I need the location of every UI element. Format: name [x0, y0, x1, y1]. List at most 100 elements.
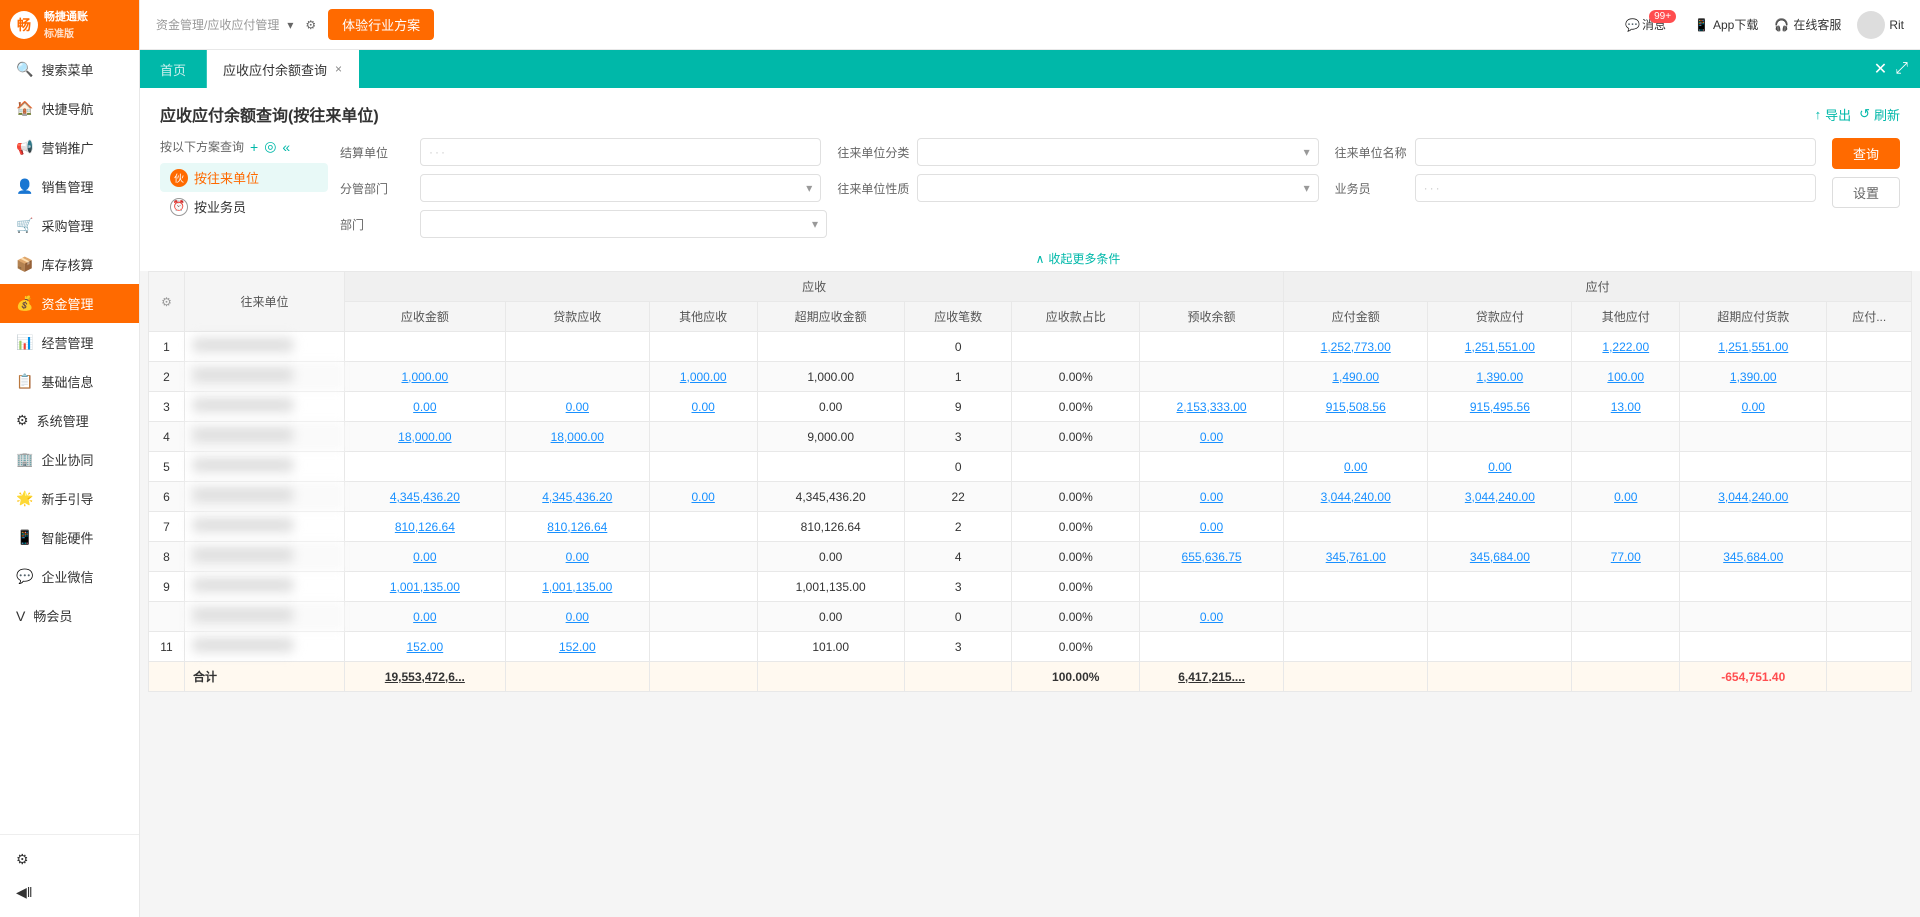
settlement-input[interactable]: ···: [420, 138, 821, 166]
tab-close-icon[interactable]: ×: [335, 62, 342, 76]
row-ap-overdue[interactable]: 1,390.00: [1680, 362, 1827, 392]
table-gear-icon[interactable]: ⚙: [161, 295, 172, 309]
row-ar-prepaid[interactable]: 655,636.75: [1139, 542, 1283, 572]
sidebar-item-guide[interactable]: 🌟新手引导: [0, 479, 139, 518]
row-ar-loan[interactable]: 4,345,436.20: [505, 482, 649, 512]
sidebar-item-quick-nav[interactable]: 🏠快捷导航: [0, 89, 139, 128]
export-btn[interactable]: ↑ 导出: [1815, 105, 1852, 124]
tab-ar-balance[interactable]: 应收应付余额查询 ×: [207, 50, 359, 88]
topbar-gear-icon[interactable]: ⚙: [305, 18, 316, 32]
sidebar-item-hardware[interactable]: 📱智能硬件: [0, 518, 139, 557]
row-ar-prepaid[interactable]: [1139, 362, 1283, 392]
message-btn[interactable]: 💬 消息 99+: [1625, 16, 1666, 33]
row-ar-loan[interactable]: 18,000.00: [505, 422, 649, 452]
row-ar-prepaid[interactable]: 0.00: [1139, 602, 1283, 632]
row-ap-overdue[interactable]: [1680, 602, 1827, 632]
total-ar-cell[interactable]: 19,553,472,6...: [345, 662, 506, 692]
tab-home[interactable]: 首页: [140, 50, 207, 88]
row-ap-overdue[interactable]: [1680, 452, 1827, 482]
row-ar-other[interactable]: 0.00: [649, 482, 757, 512]
sidebar-item-marketing[interactable]: 📢营销推广: [0, 128, 139, 167]
row-ar-other[interactable]: [649, 332, 757, 362]
row-ap-loan[interactable]: [1428, 512, 1572, 542]
row-ar-loan[interactable]: 1,001,135.00: [505, 572, 649, 602]
row-ap-overdue[interactable]: 3,044,240.00: [1680, 482, 1827, 512]
row-ar-prepaid[interactable]: 0.00: [1139, 422, 1283, 452]
sidebar-item-inventory[interactable]: 📦库存核算: [0, 245, 139, 284]
row-ap-overdue[interactable]: [1680, 632, 1827, 662]
row-ap-other[interactable]: [1572, 572, 1680, 602]
row-ar-other[interactable]: [649, 602, 757, 632]
sidebar-item-member[interactable]: V畅会员: [0, 596, 139, 635]
row-ap-overdue[interactable]: 345,684.00: [1680, 542, 1827, 572]
partner-name-input[interactable]: [1415, 138, 1816, 166]
sidebar-item-base[interactable]: 📋基础信息: [0, 362, 139, 401]
row-ar-amount[interactable]: 1,001,135.00: [345, 572, 506, 602]
row-ap-amount[interactable]: 3,044,240.00: [1284, 482, 1428, 512]
row-ap-other[interactable]: 0.00: [1572, 482, 1680, 512]
row-ar-amount[interactable]: [345, 452, 506, 482]
row-ar-amount[interactable]: 0.00: [345, 392, 506, 422]
row-ar-loan[interactable]: 0.00: [505, 602, 649, 632]
sidebar-item-gear[interactable]: ⚙: [0, 843, 139, 876]
total-ar-prepaid-cell[interactable]: 6,417,215....: [1139, 662, 1283, 692]
app-download-btn[interactable]: 📱 App下载: [1694, 16, 1758, 33]
filter-collapse-btn[interactable]: «: [282, 139, 290, 155]
sidebar-item-sales[interactable]: 👤销售管理: [0, 167, 139, 206]
partner-nature-select[interactable]: ▾: [917, 174, 1318, 202]
breadcrumb-dropdown[interactable]: ▾: [287, 18, 293, 32]
row-ar-prepaid[interactable]: [1139, 632, 1283, 662]
row-ap-overdue[interactable]: 0.00: [1680, 392, 1827, 422]
inner-dept-select[interactable]: ▾: [420, 210, 827, 238]
row-ap-overdue[interactable]: [1680, 422, 1827, 452]
tab-expand-icon[interactable]: ⤢: [1895, 60, 1908, 78]
row-ar-loan[interactable]: [505, 452, 649, 482]
row-ar-other[interactable]: [649, 542, 757, 572]
row-ar-loan[interactable]: [505, 362, 649, 392]
filter-scheme-btn[interactable]: ◎: [264, 138, 276, 155]
sidebar-item-ops[interactable]: 📊经营管理: [0, 323, 139, 362]
row-ap-loan[interactable]: 345,684.00: [1428, 542, 1572, 572]
row-ar-other[interactable]: 1,000.00: [649, 362, 757, 392]
row-ap-amount[interactable]: [1284, 422, 1428, 452]
row-ar-amount[interactable]: 4,345,436.20: [345, 482, 506, 512]
row-ap-other[interactable]: 100.00: [1572, 362, 1680, 392]
row-ar-loan[interactable]: [505, 332, 649, 362]
row-ar-prepaid[interactable]: [1139, 572, 1283, 602]
row-ar-prepaid[interactable]: [1139, 332, 1283, 362]
setting-btn[interactable]: 设置: [1832, 177, 1900, 208]
row-ap-other[interactable]: [1572, 602, 1680, 632]
row-ap-other[interactable]: 13.00: [1572, 392, 1680, 422]
row-ar-amount[interactable]: 0.00: [345, 542, 506, 572]
row-ar-loan[interactable]: 810,126.64: [505, 512, 649, 542]
row-ar-other[interactable]: [649, 512, 757, 542]
row-ar-other[interactable]: [649, 452, 757, 482]
filter-collapse-btn2[interactable]: ∧ 收起更多条件: [340, 246, 1816, 271]
row-ar-prepaid[interactable]: 0.00: [1139, 482, 1283, 512]
row-ap-loan[interactable]: 3,044,240.00: [1428, 482, 1572, 512]
row-ap-overdue[interactable]: [1680, 572, 1827, 602]
row-ap-other[interactable]: [1572, 632, 1680, 662]
row-ap-other[interactable]: 77.00: [1572, 542, 1680, 572]
row-ap-loan[interactable]: [1428, 632, 1572, 662]
row-ap-loan[interactable]: 1,390.00: [1428, 362, 1572, 392]
row-ar-prepaid[interactable]: [1139, 452, 1283, 482]
row-ap-loan[interactable]: [1428, 422, 1572, 452]
row-ap-loan[interactable]: 1,251,551.00: [1428, 332, 1572, 362]
row-ap-other[interactable]: [1572, 422, 1680, 452]
row-ap-loan[interactable]: 0.00: [1428, 452, 1572, 482]
row-ar-amount[interactable]: 0.00: [345, 602, 506, 632]
row-ar-amount[interactable]: 810,126.64: [345, 512, 506, 542]
sidebar-item-purchase[interactable]: 🛒采购管理: [0, 206, 139, 245]
row-ar-other[interactable]: [649, 572, 757, 602]
sidebar-item-wechat[interactable]: 💬企业微信: [0, 557, 139, 596]
row-ar-loan[interactable]: 0.00: [505, 392, 649, 422]
industry-btn[interactable]: 体验行业方案: [328, 9, 434, 40]
row-ar-amount[interactable]: 1,000.00: [345, 362, 506, 392]
row-ar-loan[interactable]: 152.00: [505, 632, 649, 662]
row-ap-other[interactable]: [1572, 512, 1680, 542]
partner-type-select[interactable]: ▾: [917, 138, 1318, 166]
row-ap-loan[interactable]: [1428, 572, 1572, 602]
row-ap-overdue[interactable]: 1,251,551.00: [1680, 332, 1827, 362]
row-ap-other[interactable]: 1,222.00: [1572, 332, 1680, 362]
